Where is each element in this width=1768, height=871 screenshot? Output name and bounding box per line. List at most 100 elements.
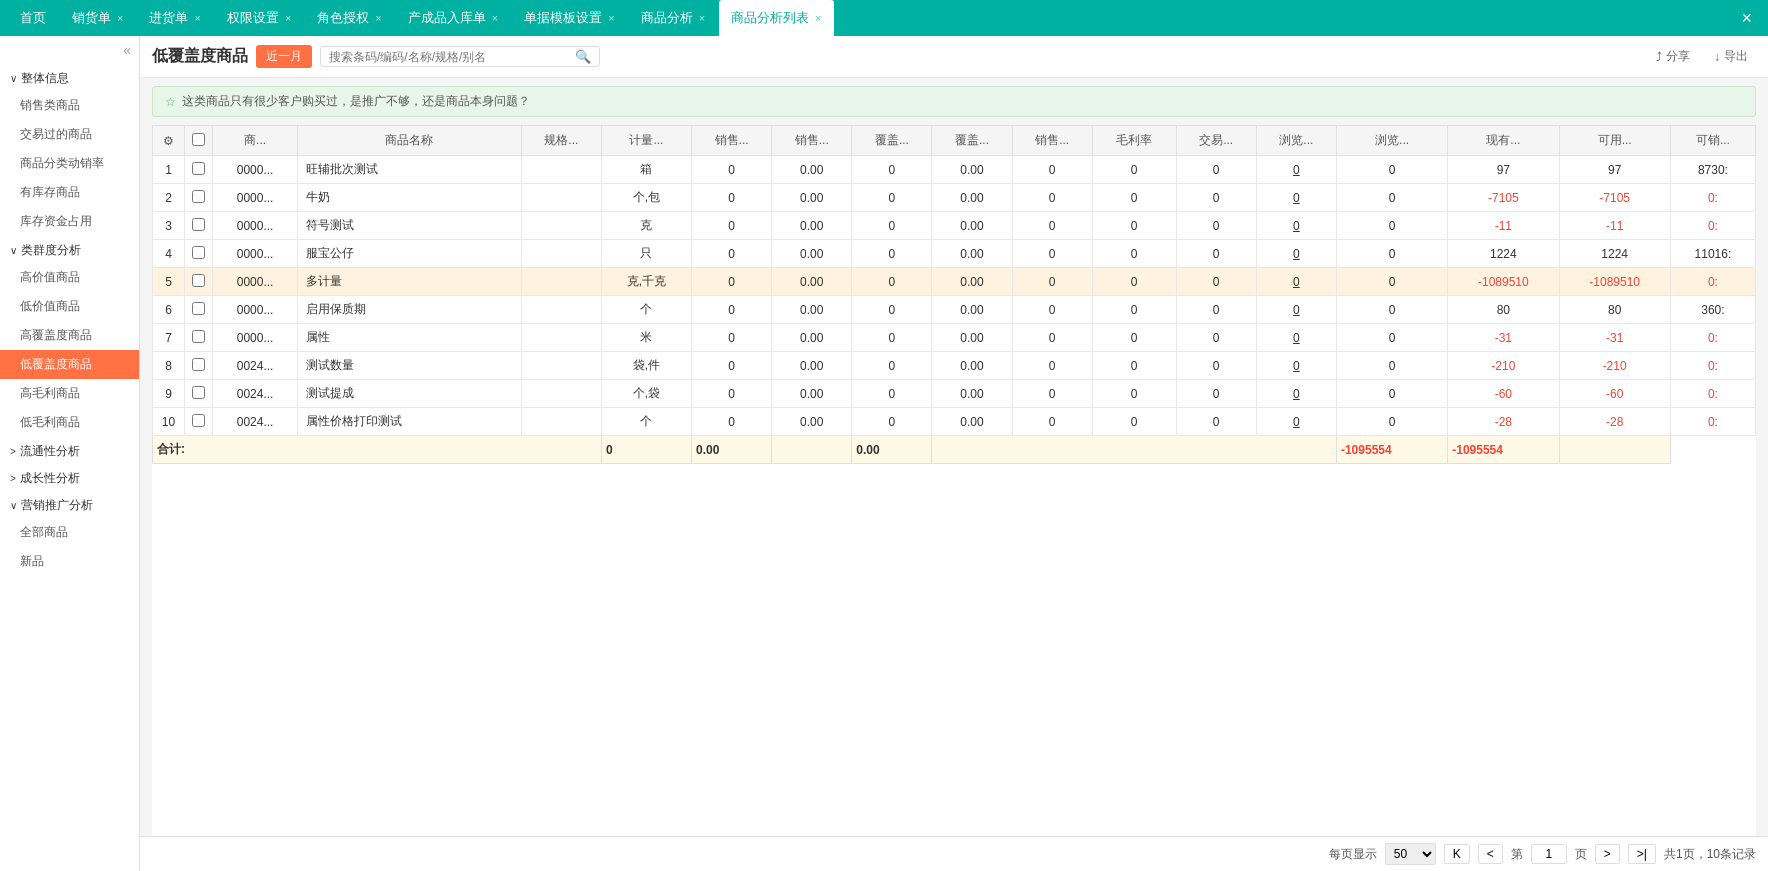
col-header-cover1[interactable]: 覆盖... [852, 126, 932, 156]
sidebar-item-库存资金占用[interactable]: 库存资金占用 [0, 207, 139, 236]
row-checkbox-input[interactable] [192, 274, 205, 287]
row-checkbox-input[interactable] [192, 162, 205, 175]
row-checkbox[interactable] [185, 240, 213, 268]
sidebar-item-高覆盖度商品[interactable]: 高覆盖度商品 [0, 321, 139, 350]
row-checkbox-input[interactable] [192, 246, 205, 259]
row-checkbox[interactable] [185, 408, 213, 436]
col-header-browse1[interactable]: 浏览... [1256, 126, 1336, 156]
next-page-button[interactable]: > [1595, 844, 1620, 864]
close-tab-icon[interactable]: × [194, 12, 200, 24]
share-button[interactable]: ⤴ 分享 [1648, 44, 1698, 69]
current-page-input[interactable] [1531, 844, 1567, 864]
row-checkbox[interactable] [185, 156, 213, 184]
row-checkbox-input[interactable] [192, 414, 205, 427]
col-header-trade[interactable]: 交易... [1176, 126, 1256, 156]
sidebar-item-商品分类动销率[interactable]: 商品分类动销率 [0, 149, 139, 178]
row-checkbox[interactable] [185, 380, 213, 408]
col-header-gross_margin[interactable]: 毛利率 [1092, 126, 1176, 156]
close-tab-icon[interactable]: × [375, 12, 381, 24]
first-page-button[interactable]: K [1444, 844, 1470, 864]
per-page-select[interactable]: 50 100 200 [1385, 843, 1436, 865]
last-page-button[interactable]: >| [1628, 844, 1656, 864]
col-header-cover2[interactable]: 覆盖... [932, 126, 1012, 156]
sidebar-item-交易过的商品[interactable]: 交易过的商品 [0, 120, 139, 149]
close-tab-icon[interactable]: × [699, 12, 705, 24]
search-input[interactable] [329, 50, 575, 64]
col-header-sellable[interactable]: 可销... [1670, 126, 1755, 156]
topnav-item-权限设置[interactable]: 权限设置× [215, 0, 303, 36]
col-header-name[interactable]: 商品名称 [298, 126, 522, 156]
prev-page-button[interactable]: < [1478, 844, 1503, 864]
topnav-item-首页[interactable]: 首页 [8, 0, 58, 36]
browse-link[interactable]: 0 [1293, 387, 1300, 401]
sidebar-item-高价值商品[interactable]: 高价值商品 [0, 263, 139, 292]
topnav-item-商品分析列表[interactable]: 商品分析列表× [719, 0, 833, 36]
browse-link[interactable]: 0 [1293, 331, 1300, 345]
row-checkbox[interactable] [185, 352, 213, 380]
row-checkbox[interactable] [185, 268, 213, 296]
close-tab-icon[interactable]: × [492, 12, 498, 24]
topnav-item-角色授权[interactable]: 角色授权× [305, 0, 393, 36]
row-spec [521, 212, 601, 240]
window-close-button[interactable]: × [1733, 8, 1760, 29]
row-checkbox[interactable] [185, 296, 213, 324]
browse-link[interactable]: 0 [1293, 359, 1300, 373]
row-checkbox[interactable] [185, 212, 213, 240]
sidebar-group-营销推广分析[interactable]: ∨营销推广分析 [0, 491, 139, 518]
browse-link[interactable]: 0 [1293, 247, 1300, 261]
col-header-current_stock[interactable]: 现有... [1448, 126, 1559, 156]
sidebar-item-高毛利商品[interactable]: 高毛利商品 [0, 379, 139, 408]
col-header-settings[interactable]: ⚙ [153, 126, 185, 156]
sidebar-item-新品[interactable]: 新品 [0, 547, 139, 576]
row-checkbox-input[interactable] [192, 218, 205, 231]
browse-link[interactable]: 0 [1293, 163, 1300, 177]
row-trade: 0 [1176, 296, 1256, 324]
col-header-spec[interactable]: 规格... [521, 126, 601, 156]
period-button[interactable]: 近一月 [256, 45, 312, 68]
row-spec [521, 408, 601, 436]
topnav-item-单据模板设置[interactable]: 单据模板设置× [512, 0, 626, 36]
row-sales-amt: 0.00 [772, 408, 852, 436]
sidebar-item-低覆盖度商品[interactable]: 低覆盖度商品 [0, 350, 139, 379]
row-checkbox-input[interactable] [192, 386, 205, 399]
sidebar-item-全部商品[interactable]: 全部商品 [0, 518, 139, 547]
sidebar-collapse-button[interactable]: « [0, 36, 139, 64]
col-header-sales3[interactable]: 销售... [1012, 126, 1092, 156]
browse-link[interactable]: 0 [1293, 191, 1300, 205]
sidebar-item-低毛利商品[interactable]: 低毛利商品 [0, 408, 139, 437]
close-tab-icon[interactable]: × [117, 12, 123, 24]
topnav-item-产成品入库单[interactable]: 产成品入库单× [396, 0, 510, 36]
col-header-browse2[interactable]: 浏览... [1336, 126, 1447, 156]
sidebar-group-类群度分析[interactable]: ∨类群度分析 [0, 236, 139, 263]
sidebar-item-低价值商品[interactable]: 低价值商品 [0, 292, 139, 321]
browse-link[interactable]: 0 [1293, 303, 1300, 317]
row-checkbox-input[interactable] [192, 358, 205, 371]
export-button[interactable]: ↓ 导出 [1706, 44, 1756, 69]
col-header-unit[interactable]: 计量... [601, 126, 691, 156]
row-checkbox-input[interactable] [192, 190, 205, 203]
close-tab-icon[interactable]: × [815, 12, 821, 24]
col-header-sales_amt[interactable]: 销售... [772, 126, 852, 156]
select-all-checkbox[interactable] [192, 133, 205, 146]
row-checkbox-input[interactable] [192, 302, 205, 315]
row-checkbox-input[interactable] [192, 330, 205, 343]
row-checkbox[interactable] [185, 324, 213, 352]
browse-link[interactable]: 0 [1293, 415, 1300, 429]
col-header-sales_qty[interactable]: 销售... [692, 126, 772, 156]
sidebar-item-有库存商品[interactable]: 有库存商品 [0, 178, 139, 207]
topnav-item-商品分析[interactable]: 商品分析× [629, 0, 717, 36]
close-tab-icon[interactable]: × [608, 12, 614, 24]
sidebar-item-销售类商品[interactable]: 销售类商品 [0, 91, 139, 120]
row-checkbox[interactable] [185, 184, 213, 212]
close-tab-icon[interactable]: × [285, 12, 291, 24]
topnav-item-销货单[interactable]: 销货单× [60, 0, 135, 36]
browse-link[interactable]: 0 [1293, 275, 1300, 289]
col-header-available[interactable]: 可用... [1559, 126, 1670, 156]
col-header-code[interactable]: 商... [213, 126, 298, 156]
sidebar-group-整体信息[interactable]: ∨整体信息 [0, 64, 139, 91]
sidebar-group-成长性分析[interactable]: >成长性分析 [0, 464, 139, 491]
topnav-item-进货单[interactable]: 进货单× [137, 0, 212, 36]
sidebar-group-流通性分析[interactable]: >流通性分析 [0, 437, 139, 464]
col-header-checkbox[interactable] [185, 126, 213, 156]
browse-link[interactable]: 0 [1293, 219, 1300, 233]
